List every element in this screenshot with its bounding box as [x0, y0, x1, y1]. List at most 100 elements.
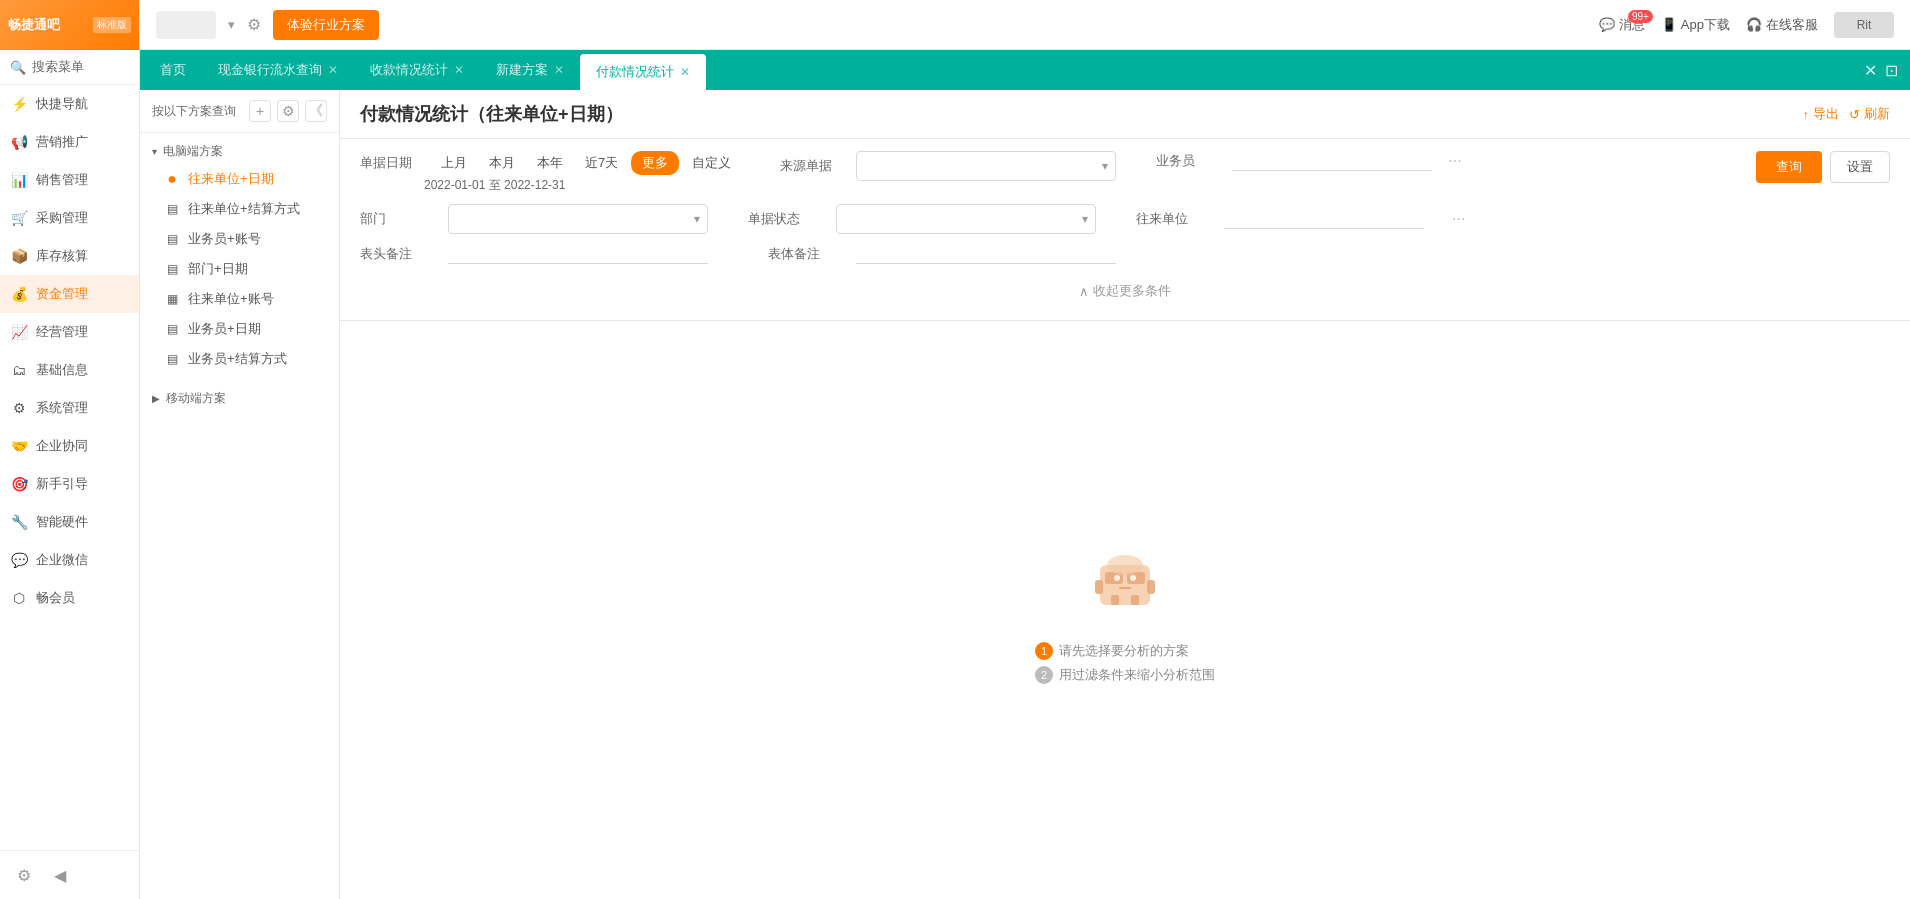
collapse-btn[interactable]: ∧ 收起更多条件	[360, 274, 1890, 308]
schema-item-label: 往来单位+结算方式	[188, 200, 300, 218]
tab-cash-flow[interactable]: 现金银行流水查询 ✕	[202, 50, 354, 90]
dept-label: 部门	[360, 210, 420, 228]
schema-item-partner-account[interactable]: ▦ 往来单位+账号	[140, 284, 339, 314]
schema-settings-btn[interactable]: ⚙	[277, 100, 299, 122]
query-btn[interactable]: 查询	[1756, 151, 1822, 183]
schema-item-dept-date[interactable]: ▤ 部门+日期	[140, 254, 339, 284]
export-btn[interactable]: ↑ 导出	[1803, 105, 1840, 123]
schema-item-staff-date[interactable]: ▤ 业务员+日期	[140, 314, 339, 344]
date-this-year[interactable]: 本年	[528, 151, 572, 175]
tab-new-schema-close[interactable]: ✕	[554, 63, 564, 77]
schema-panel: 按以下方案查询 + ⚙ 《 ▾ 电脑端方案 ● 往来单位+日期 ▤	[140, 90, 340, 899]
basic-icon: 🗂	[10, 361, 28, 379]
partner-more-btn[interactable]: ···	[1452, 210, 1465, 228]
sidebar-item-enterprise[interactable]: 🤝 企业协同	[0, 427, 139, 465]
sidebar-item-basic[interactable]: 🗂 基础信息	[0, 351, 139, 389]
empty-tip-1: 1 请先选择要分析的方案	[1035, 642, 1215, 660]
schema-item-label: 往来单位+日期	[188, 170, 274, 188]
sidebar-item-label: 智能硬件	[36, 513, 88, 531]
filter-row-1: 单据日期 上月 本月 本年 近7天 更多 自定义 2022-01-0	[360, 151, 1890, 194]
sidebar-item-member[interactable]: ⬡ 畅会员	[0, 579, 139, 617]
staff-more-btn[interactable]: ···	[1448, 152, 1461, 170]
filter-settings-btn[interactable]: 设置	[1830, 151, 1890, 183]
sidebar-settings-btn[interactable]: ⚙	[10, 861, 38, 889]
sidebar-item-guide[interactable]: 🎯 新手引导	[0, 465, 139, 503]
sidebar-item-sales[interactable]: 📊 销售管理	[0, 161, 139, 199]
tab-home-label: 首页	[160, 61, 186, 79]
user-name: Rit	[1857, 18, 1872, 32]
empty-state: 1 请先选择要分析的方案 2 用过滤条件来缩小分析范围	[340, 321, 1910, 899]
system-icon: ⚙	[10, 399, 28, 417]
schema-item-staff-account[interactable]: ▤ 业务员+账号	[140, 224, 339, 254]
date-this-month[interactable]: 本月	[480, 151, 524, 175]
table-header-note-label: 表头备注	[360, 245, 420, 263]
schema-icon-3: ▤	[164, 261, 180, 277]
topbar-settings-icon[interactable]: ⚙	[247, 15, 261, 34]
schema-icon-1: ▤	[164, 201, 180, 217]
status-select[interactable]	[836, 204, 1096, 234]
tab-cash-flow-close[interactable]: ✕	[328, 63, 338, 77]
sidebar-item-quick-nav[interactable]: ⚡ 快捷导航	[0, 85, 139, 123]
sidebar-item-label: 库存核算	[36, 247, 88, 265]
tab-home[interactable]: 首页	[144, 50, 202, 90]
refresh-btn[interactable]: ↺ 刷新	[1849, 105, 1890, 123]
mobile-group-title[interactable]: ▶ 移动端方案	[140, 386, 339, 411]
add-schema-btn[interactable]: +	[249, 100, 271, 122]
sidebar-item-label: 快捷导航	[36, 95, 88, 113]
partner-input[interactable]	[1224, 209, 1424, 229]
date-last-7[interactable]: 近7天	[576, 151, 627, 175]
online-service-btn[interactable]: 🎧 在线客服	[1746, 16, 1818, 34]
tab-receipt-stats[interactable]: 收款情况统计 ✕	[354, 50, 480, 90]
search-icon: 🔍	[10, 60, 26, 75]
schema-item-staff-settle[interactable]: ▤ 业务员+结算方式	[140, 344, 339, 374]
user-avatar[interactable]: Rit	[1834, 12, 1894, 38]
tab-payment-stats-close[interactable]: ✕	[680, 65, 690, 79]
messages-btn[interactable]: 💬 消息 99+	[1599, 16, 1645, 34]
sidebar-collapse-btn[interactable]: ◀	[46, 861, 74, 889]
schema-item-partner-date[interactable]: ● 往来单位+日期	[140, 164, 339, 194]
sidebar-item-operation[interactable]: 📈 经营管理	[0, 313, 139, 351]
svg-rect-4	[1131, 595, 1139, 605]
tip-text-2: 用过滤条件来缩小分析范围	[1059, 666, 1215, 684]
date-more[interactable]: 更多	[631, 151, 679, 175]
app-download-btn[interactable]: 📱 App下载	[1661, 16, 1730, 34]
tab-payment-stats[interactable]: 付款情况统计 ✕	[580, 54, 706, 90]
filter-row-3: 表头备注 表体备注	[360, 244, 1890, 264]
topbar-dropdown-arrow[interactable]: ▾	[228, 17, 235, 32]
mobile-group-arrow: ▶	[152, 393, 160, 404]
date-last-month[interactable]: 上月	[432, 151, 476, 175]
sidebar-item-hardware[interactable]: 🔧 智能硬件	[0, 503, 139, 541]
date-options: 上月 本月 本年 近7天 更多 自定义	[432, 151, 740, 175]
source-select[interactable]	[856, 151, 1116, 181]
schema-collapse-btn[interactable]: 《	[305, 100, 327, 122]
quick-nav-icon: ⚡	[10, 95, 28, 113]
tab-new-schema-label: 新建方案	[496, 61, 548, 79]
staff-input[interactable]	[1232, 151, 1432, 171]
sidebar-search[interactable]: 🔍 搜索菜单	[0, 50, 139, 85]
sidebar-item-system[interactable]: ⚙ 系统管理	[0, 389, 139, 427]
sidebar-item-marketing[interactable]: 📢 营销推广	[0, 123, 139, 161]
desktop-group-title[interactable]: ▾ 电脑端方案	[140, 139, 339, 164]
window-close-btn[interactable]: ✕	[1864, 61, 1877, 80]
sidebar-logo: 畅捷通吧	[8, 16, 60, 34]
sidebar-item-finance[interactable]: 💰 资金管理	[0, 275, 139, 313]
sidebar-item-purchase[interactable]: 🛒 采购管理	[0, 199, 139, 237]
tab-new-schema[interactable]: 新建方案 ✕	[480, 50, 580, 90]
window-maximize-btn[interactable]: ⊡	[1885, 61, 1898, 80]
hardware-icon: 🔧	[10, 513, 28, 531]
table-header-note-input[interactable]	[448, 244, 708, 264]
schema-item-partner-settle[interactable]: ▤ 往来单位+结算方式	[140, 194, 339, 224]
date-label: 单据日期	[360, 154, 420, 172]
dept-select[interactable]	[448, 204, 708, 234]
main-area: ▾ ⚙ 体验行业方案 💬 消息 99+ 📱 App下载 🎧 在线客服 Rit	[140, 0, 1910, 899]
sidebar-item-wechat[interactable]: 💬 企业微信	[0, 541, 139, 579]
tab-receipt-stats-close[interactable]: ✕	[454, 63, 464, 77]
trial-btn[interactable]: 体验行业方案	[273, 10, 379, 40]
date-custom[interactable]: 自定义	[683, 151, 740, 175]
sidebar: 畅捷通吧 标准版 🔍 搜索菜单 ⚡ 快捷导航 📢 营销推广 📊 销售管理 🛒 采…	[0, 0, 140, 899]
table-body-note-input[interactable]	[856, 244, 1116, 264]
desktop-group-label: 电脑端方案	[163, 143, 223, 160]
marketing-icon: 📢	[10, 133, 28, 151]
collapse-label: 收起更多条件	[1093, 282, 1171, 300]
sidebar-item-inventory[interactable]: 📦 库存核算	[0, 237, 139, 275]
